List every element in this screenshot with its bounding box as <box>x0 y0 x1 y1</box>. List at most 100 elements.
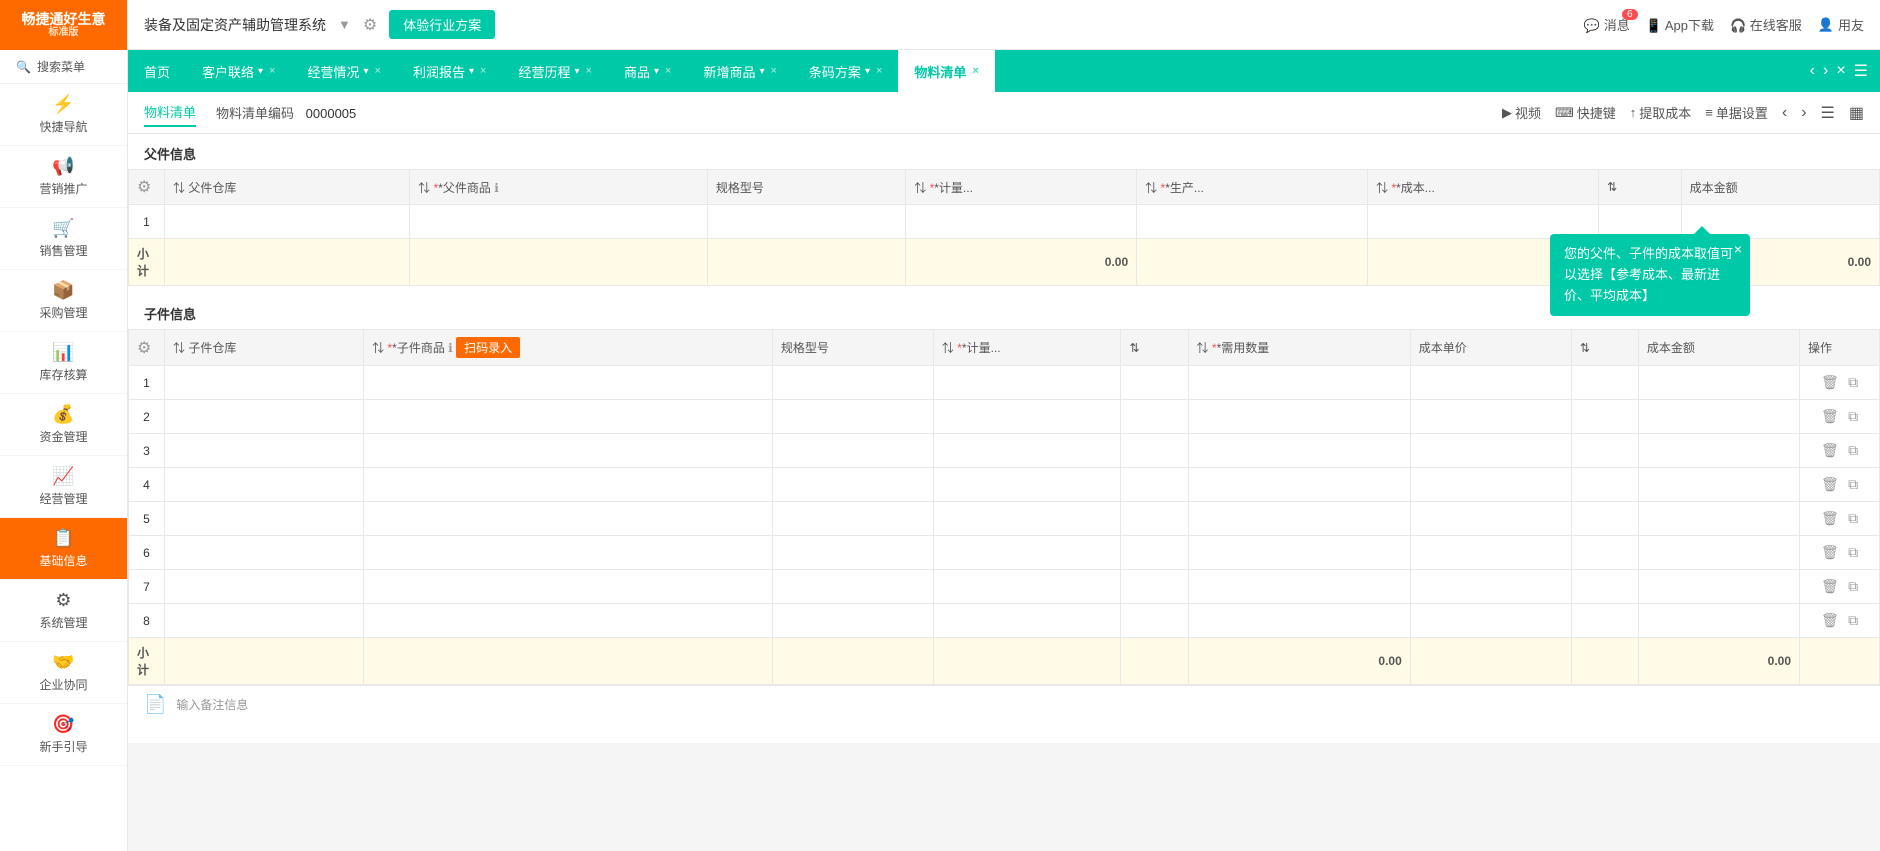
close-icon[interactable]: × <box>665 65 671 77</box>
sidebar-item-guide[interactable]: 🎯 新手引导 <box>0 704 127 766</box>
child-row-unit-price[interactable] <box>1410 366 1571 400</box>
app-download-button[interactable]: 📱 App下载 <box>1646 15 1714 34</box>
child-row-unit-price[interactable] <box>1410 400 1571 434</box>
tab-goods[interactable]: 商品 ▾ × <box>608 50 687 92</box>
child-row-unit[interactable] <box>933 400 1121 434</box>
nav-menu-icon[interactable]: ☰ <box>1850 61 1872 81</box>
child-row-unit-price[interactable] <box>1410 536 1571 570</box>
child-row-col9[interactable] <box>1571 536 1638 570</box>
sidebar-item-sales[interactable]: 🛒 销售管理 <box>0 208 127 270</box>
sidebar-item-purchase[interactable]: 📦 采购管理 <box>0 270 127 332</box>
tab-customer[interactable]: 客户联络 ▾ × <box>186 50 291 92</box>
child-row-spec[interactable] <box>772 468 933 502</box>
child-row-warehouse[interactable] <box>165 604 364 638</box>
child-row-col9[interactable] <box>1571 434 1638 468</box>
tab-add-goods[interactable]: 新增商品 ▾ × <box>687 50 792 92</box>
col-sort-icon[interactable]: ⇅ <box>372 341 384 355</box>
child-row-col9[interactable] <box>1571 468 1638 502</box>
close-icon[interactable]: × <box>876 65 882 77</box>
child-row-warehouse[interactable] <box>165 400 364 434</box>
sidebar-item-finance[interactable]: 💰 资金管理 <box>0 394 127 456</box>
child-row-unit[interactable] <box>933 604 1121 638</box>
subtab-bom-list[interactable]: 物料清单 <box>144 98 196 127</box>
parent-row-unit[interactable] <box>906 205 1137 239</box>
child-row-goods[interactable] <box>364 502 773 536</box>
child-row-unit[interactable] <box>933 570 1121 604</box>
col-sort-icon[interactable]: ⇅ <box>1580 341 1590 355</box>
delete-row-icon[interactable]: 🗑 <box>1821 612 1839 628</box>
col-sort-icon[interactable]: ⇅ <box>914 181 926 195</box>
parent-row-spec[interactable] <box>707 205 905 239</box>
sidebar-item-system[interactable]: ⚙ 系统管理 <box>0 580 127 642</box>
child-row-goods[interactable] <box>364 570 773 604</box>
col-sort-icon[interactable]: ⇅ <box>1145 181 1157 195</box>
delete-row-icon[interactable]: 🗑 <box>1821 578 1839 594</box>
user-menu[interactable]: 👤 用友 <box>1818 15 1864 34</box>
child-row-col9[interactable] <box>1571 366 1638 400</box>
child-row-unit[interactable] <box>933 434 1121 468</box>
sidebar-item-marketing[interactable]: 📢 营销推广 <box>0 146 127 208</box>
delete-row-icon[interactable]: 🗑 <box>1821 544 1839 560</box>
child-row-goods[interactable] <box>364 434 773 468</box>
delete-row-icon[interactable]: 🗑 <box>1821 374 1839 390</box>
child-row-col6[interactable] <box>1121 604 1188 638</box>
child-row-unit-price[interactable] <box>1410 570 1571 604</box>
message-button[interactable]: 💬 6 消息 <box>1584 15 1630 34</box>
copy-row-icon[interactable]: ⧉ <box>1848 408 1858 424</box>
child-row-col6[interactable] <box>1121 570 1188 604</box>
child-row-col9[interactable] <box>1571 604 1638 638</box>
tab-barcode[interactable]: 条码方案 ▾ × <box>793 50 898 92</box>
copy-row-icon[interactable]: ⧉ <box>1848 544 1858 560</box>
child-row-qty[interactable] <box>1188 536 1410 570</box>
child-row-spec[interactable] <box>772 502 933 536</box>
child-row-col9[interactable] <box>1571 400 1638 434</box>
child-row-spec[interactable] <box>772 400 933 434</box>
child-row-spec[interactable] <box>772 604 933 638</box>
sidebar-item-quick-nav[interactable]: ⚡ 快捷导航 <box>0 84 127 146</box>
child-row-col9[interactable] <box>1571 502 1638 536</box>
dropdown-arrow-icon[interactable]: ▼ <box>338 17 351 32</box>
child-row-spec[interactable] <box>772 536 933 570</box>
nav-next-icon[interactable]: › <box>1819 62 1832 80</box>
delete-row-icon[interactable]: 🗑 <box>1821 442 1839 458</box>
next-page-icon[interactable]: › <box>1801 104 1806 122</box>
child-row-unit-price[interactable] <box>1410 502 1571 536</box>
copy-row-icon[interactable]: ⧉ <box>1848 612 1858 628</box>
copy-row-icon[interactable]: ⧉ <box>1848 578 1858 594</box>
doc-settings-button[interactable]: ≡ 单据设置 <box>1705 103 1768 122</box>
close-icon[interactable]: × <box>586 65 592 77</box>
child-row-qty[interactable] <box>1188 468 1410 502</box>
child-row-qty[interactable] <box>1188 570 1410 604</box>
parent-row-warehouse[interactable] <box>165 205 410 239</box>
tab-home[interactable]: 首页 <box>128 50 186 92</box>
tooltip-close-button[interactable]: × <box>1734 238 1742 260</box>
subtab-label[interactable]: 物料清单编码 <box>216 106 294 121</box>
child-row-unit[interactable] <box>933 502 1121 536</box>
child-row-spec[interactable] <box>772 434 933 468</box>
child-row-col6[interactable] <box>1121 434 1188 468</box>
child-row-goods[interactable] <box>364 468 773 502</box>
column-settings-icon[interactable]: ⚙ <box>137 179 151 196</box>
close-icon[interactable]: × <box>480 65 486 77</box>
child-row-qty[interactable] <box>1188 604 1410 638</box>
sidebar-item-search[interactable]: 🔍 搜索菜单 <box>0 50 127 84</box>
child-row-spec[interactable] <box>772 366 933 400</box>
nav-prev-icon[interactable]: ‹ <box>1806 62 1819 80</box>
child-row-qty[interactable] <box>1188 434 1410 468</box>
child-row-qty[interactable] <box>1188 366 1410 400</box>
col-sort-icon[interactable]: ⇅ <box>1607 180 1617 194</box>
extract-cost-button[interactable]: ↑ 提取成本 <box>1630 103 1692 122</box>
child-row-unit-price[interactable] <box>1410 604 1571 638</box>
child-row-unit[interactable] <box>933 536 1121 570</box>
child-row-warehouse[interactable] <box>165 570 364 604</box>
copy-row-icon[interactable]: ⧉ <box>1848 510 1858 526</box>
scan-input-button[interactable]: 扫码录入 <box>456 337 520 358</box>
child-row-warehouse[interactable] <box>165 502 364 536</box>
list-view-icon[interactable]: ▦ <box>1849 103 1864 123</box>
online-service-button[interactable]: 🎧 在线客服 <box>1730 15 1802 34</box>
settings-icon[interactable]: ⚙ <box>363 15 377 35</box>
prev-page-icon[interactable]: ‹ <box>1782 104 1787 122</box>
child-row-unit-price[interactable] <box>1410 434 1571 468</box>
child-row-warehouse[interactable] <box>165 434 364 468</box>
sidebar-item-inventory[interactable]: 📊 库存核算 <box>0 332 127 394</box>
